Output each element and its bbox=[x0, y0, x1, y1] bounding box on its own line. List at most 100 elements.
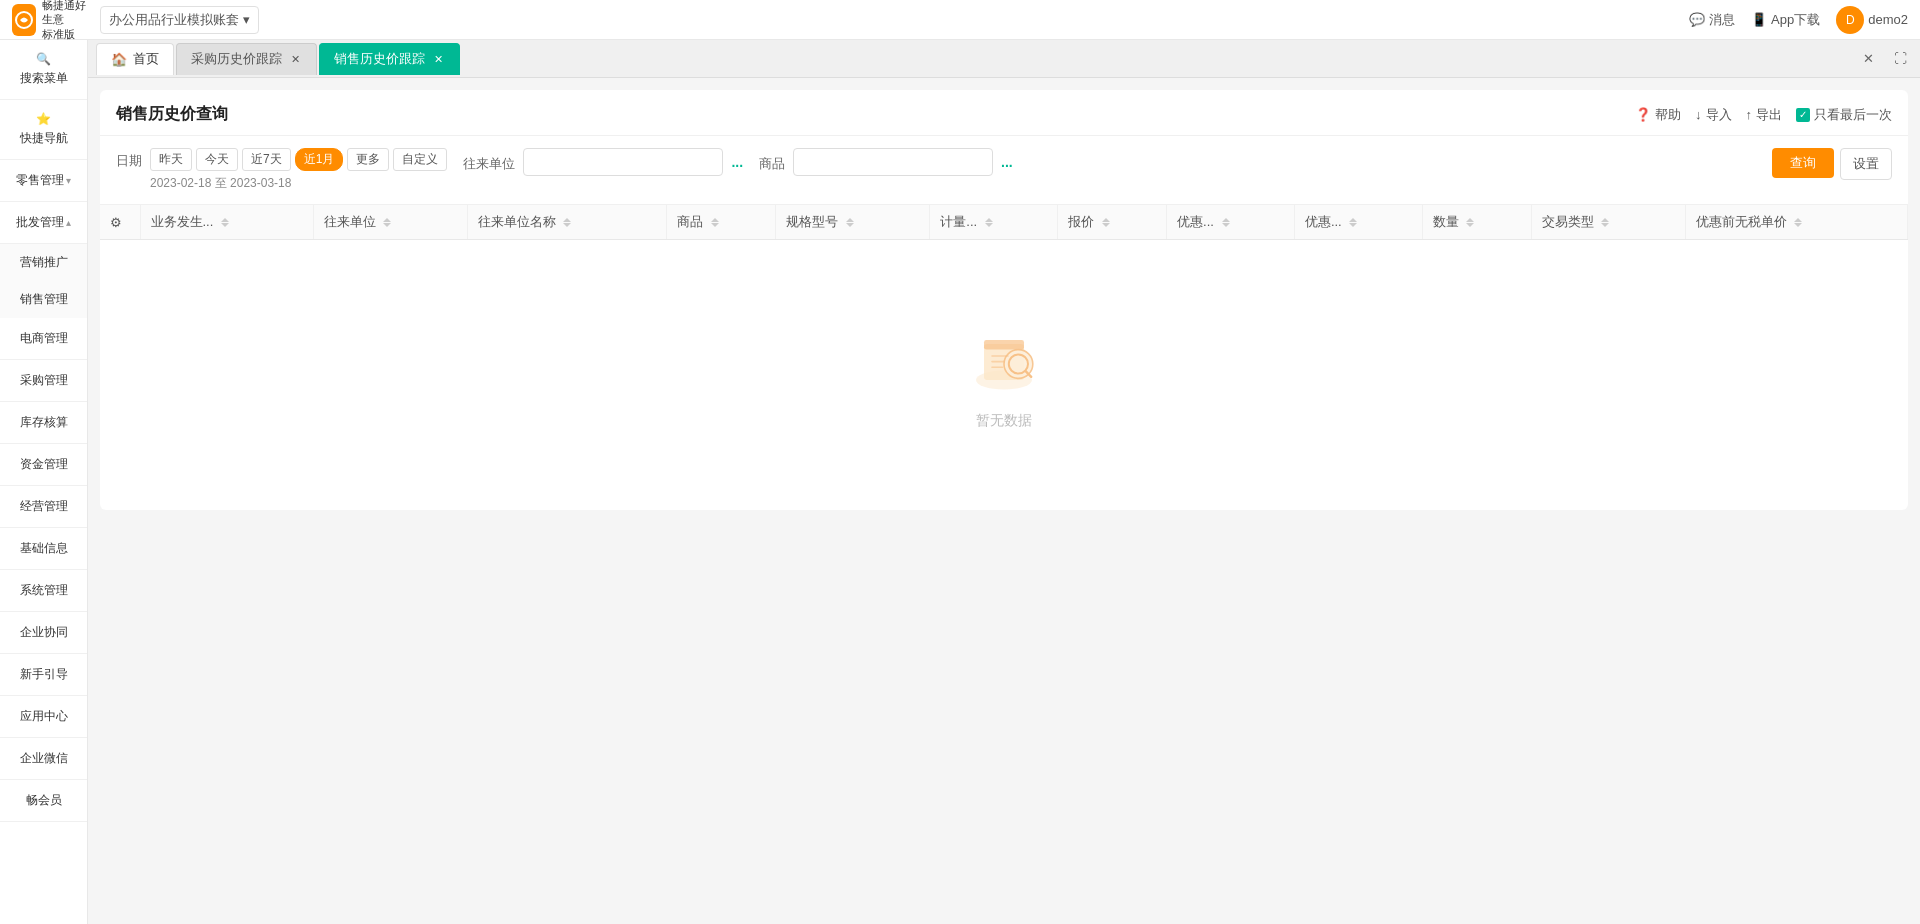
sidebar-item-ops[interactable]: 经营管理 bbox=[0, 486, 87, 528]
maximize-btn[interactable]: ⛶ bbox=[1888, 47, 1912, 71]
goods-input[interactable] bbox=[793, 148, 993, 176]
date-filter-group: 日期 昨天 今天 近7天 近1月 更多 自定义 2023-02-18 至 202… bbox=[116, 148, 447, 192]
sort-spec[interactable] bbox=[846, 218, 854, 227]
sidebar-item-apps[interactable]: 应用中心 bbox=[0, 696, 87, 738]
filter-actions: 查询 设置 bbox=[1772, 148, 1892, 180]
phone-icon: 📱 bbox=[1751, 12, 1767, 27]
sort-biz-date[interactable] bbox=[221, 218, 229, 227]
sidebar-item-enterprise[interactable]: 企业协同 bbox=[0, 612, 87, 654]
table-area: ⚙ 业务发生... 往来单位 bbox=[100, 205, 1908, 510]
goods-filter-group: 商品 ... bbox=[759, 148, 1013, 176]
date-btn-custom[interactable]: 自定义 bbox=[393, 148, 447, 171]
sort-discount2[interactable] bbox=[1349, 218, 1357, 227]
sidebar-item-inventory[interactable]: 库存核算 bbox=[0, 402, 87, 444]
chevron-down-icon: ▾ bbox=[243, 12, 250, 27]
sort-pre-discount-price[interactable] bbox=[1794, 218, 1802, 227]
sidebar-item-marketing[interactable]: 营销推广 bbox=[0, 244, 87, 281]
star-icon: ⭐ bbox=[36, 112, 51, 126]
th-biz-date: 业务发生... bbox=[140, 205, 313, 240]
counterparty-filter-group: 往来单位 ... bbox=[463, 148, 743, 176]
sort-unit[interactable] bbox=[985, 218, 993, 227]
tab-bar: 🏠 首页 采购历史价跟踪 ✕ 销售历史价跟踪 ✕ ✕ ⛶ bbox=[88, 40, 1920, 78]
message-icon: 💬 bbox=[1689, 12, 1705, 27]
tab-home[interactable]: 🏠 首页 bbox=[96, 43, 174, 75]
counterparty-label: 往来单位 bbox=[463, 151, 515, 173]
empty-icon bbox=[964, 320, 1044, 400]
sidebar-item-finance[interactable]: 资金管理 bbox=[0, 444, 87, 486]
th-discount1: 优惠... bbox=[1167, 205, 1295, 240]
sidebar: 🔍 搜索菜单 ⭐ 快捷导航 零售管理 ▾ 批发管理 ▴ 营销推广 销售管理 电商… bbox=[0, 40, 88, 924]
date-btn-7days[interactable]: 近7天 bbox=[242, 148, 291, 171]
th-spec: 规格型号 bbox=[776, 205, 930, 240]
sidebar-item-ecommerce[interactable]: 电商管理 bbox=[0, 318, 87, 360]
sidebar-item-sales-mgmt[interactable]: 销售管理 bbox=[0, 281, 87, 318]
sort-discount1[interactable] bbox=[1222, 218, 1230, 227]
sidebar-item-retail[interactable]: 零售管理 ▾ bbox=[0, 160, 87, 202]
svg-rect-3 bbox=[984, 340, 1024, 350]
tab-bar-actions: ✕ ⛶ bbox=[1856, 47, 1912, 71]
date-btn-more[interactable]: 更多 bbox=[347, 148, 389, 171]
gear-icon[interactable]: ⚙ bbox=[110, 215, 122, 230]
page-content: 销售历史价查询 ❓ 帮助 ↓ 导入 ↑ 导出 bbox=[88, 78, 1920, 924]
workspace-selector[interactable]: 办公用品行业模拟账套 ▾ bbox=[100, 6, 259, 34]
sidebar-item-quick-nav[interactable]: ⭐ 快捷导航 bbox=[0, 100, 87, 160]
th-unit: 计量... bbox=[930, 205, 1058, 240]
sort-counterparty[interactable] bbox=[383, 218, 391, 227]
tab-sales-history[interactable]: 销售历史价跟踪 ✕ bbox=[319, 43, 460, 75]
search-icon: 🔍 bbox=[36, 52, 51, 66]
th-quantity: 数量 bbox=[1422, 205, 1531, 240]
chevron-down-icon: ▾ bbox=[66, 175, 71, 186]
sidebar-item-system[interactable]: 系统管理 bbox=[0, 570, 87, 612]
th-gear[interactable]: ⚙ bbox=[100, 205, 140, 240]
top-bar-left: 畅捷通好生意 标准版 办公用品行业模拟账套 ▾ bbox=[12, 0, 259, 41]
th-quote: 报价 bbox=[1058, 205, 1167, 240]
export-btn[interactable]: ↑ 导出 bbox=[1746, 106, 1783, 124]
th-counterparty: 往来单位 bbox=[313, 205, 467, 240]
help-icon: ❓ bbox=[1635, 107, 1651, 122]
app-download-btn[interactable]: 📱 App下载 bbox=[1751, 11, 1820, 29]
content-area: 🏠 首页 采购历史价跟踪 ✕ 销售历史价跟踪 ✕ ✕ ⛶ 销售历史价查询 bbox=[88, 40, 1920, 924]
sidebar-item-base[interactable]: 基础信息 bbox=[0, 528, 87, 570]
help-btn[interactable]: ❓ 帮助 bbox=[1635, 106, 1681, 124]
export-icon: ↑ bbox=[1746, 107, 1753, 122]
sort-quote[interactable] bbox=[1102, 218, 1110, 227]
page-header-actions: ❓ 帮助 ↓ 导入 ↑ 导出 ✓ 只看最后一次 bbox=[1635, 106, 1892, 124]
empty-state: 暂无数据 bbox=[100, 240, 1908, 510]
user-menu[interactable]: D demo2 bbox=[1836, 6, 1908, 34]
sort-counterparty-name[interactable] bbox=[563, 218, 571, 227]
date-label: 日期 bbox=[116, 148, 142, 170]
sidebar-item-search[interactable]: 🔍 搜索菜单 bbox=[0, 40, 87, 100]
counterparty-dots[interactable]: ... bbox=[731, 154, 743, 170]
tab-close-purchase[interactable]: ✕ bbox=[288, 52, 302, 66]
only-last-checkbox[interactable]: ✓ 只看最后一次 bbox=[1796, 106, 1892, 124]
tab-close-sales[interactable]: ✕ bbox=[431, 52, 445, 66]
sidebar-item-weixin[interactable]: 企业微信 bbox=[0, 738, 87, 780]
logo-icon bbox=[12, 4, 36, 36]
message-btn[interactable]: 💬 消息 bbox=[1689, 11, 1735, 29]
sort-trade-type[interactable] bbox=[1601, 218, 1609, 227]
goods-label: 商品 bbox=[759, 151, 785, 173]
date-buttons: 昨天 今天 近7天 近1月 更多 自定义 bbox=[150, 148, 447, 171]
sidebar-item-purchase[interactable]: 采购管理 bbox=[0, 360, 87, 402]
date-btn-yesterday[interactable]: 昨天 bbox=[150, 148, 192, 171]
sidebar-item-member[interactable]: 畅会员 bbox=[0, 780, 87, 822]
query-button[interactable]: 查询 bbox=[1772, 148, 1834, 178]
close-all-tabs-btn[interactable]: ✕ bbox=[1856, 47, 1880, 71]
date-btn-1month[interactable]: 近1月 bbox=[295, 148, 344, 171]
top-bar-right: 💬 消息 📱 App下载 D demo2 bbox=[1689, 6, 1908, 34]
goods-dots[interactable]: ... bbox=[1001, 154, 1013, 170]
sort-quantity[interactable] bbox=[1466, 218, 1474, 227]
counterparty-input[interactable] bbox=[523, 148, 723, 176]
settings-button[interactable]: 设置 bbox=[1840, 148, 1892, 180]
sort-goods[interactable] bbox=[711, 218, 719, 227]
data-table: ⚙ 业务发生... 往来单位 bbox=[100, 205, 1908, 510]
home-icon: 🏠 bbox=[111, 52, 127, 67]
sidebar-item-newbie[interactable]: 新手引导 bbox=[0, 654, 87, 696]
import-btn[interactable]: ↓ 导入 bbox=[1695, 106, 1732, 124]
logo-area: 畅捷通好生意 标准版 bbox=[12, 0, 92, 41]
sidebar-item-wholesale[interactable]: 批发管理 ▴ bbox=[0, 202, 87, 244]
date-btn-today[interactable]: 今天 bbox=[196, 148, 238, 171]
th-trade-type: 交易类型 bbox=[1531, 205, 1685, 240]
tab-purchase-history[interactable]: 采购历史价跟踪 ✕ bbox=[176, 43, 317, 75]
page-title: 销售历史价查询 bbox=[116, 104, 228, 125]
